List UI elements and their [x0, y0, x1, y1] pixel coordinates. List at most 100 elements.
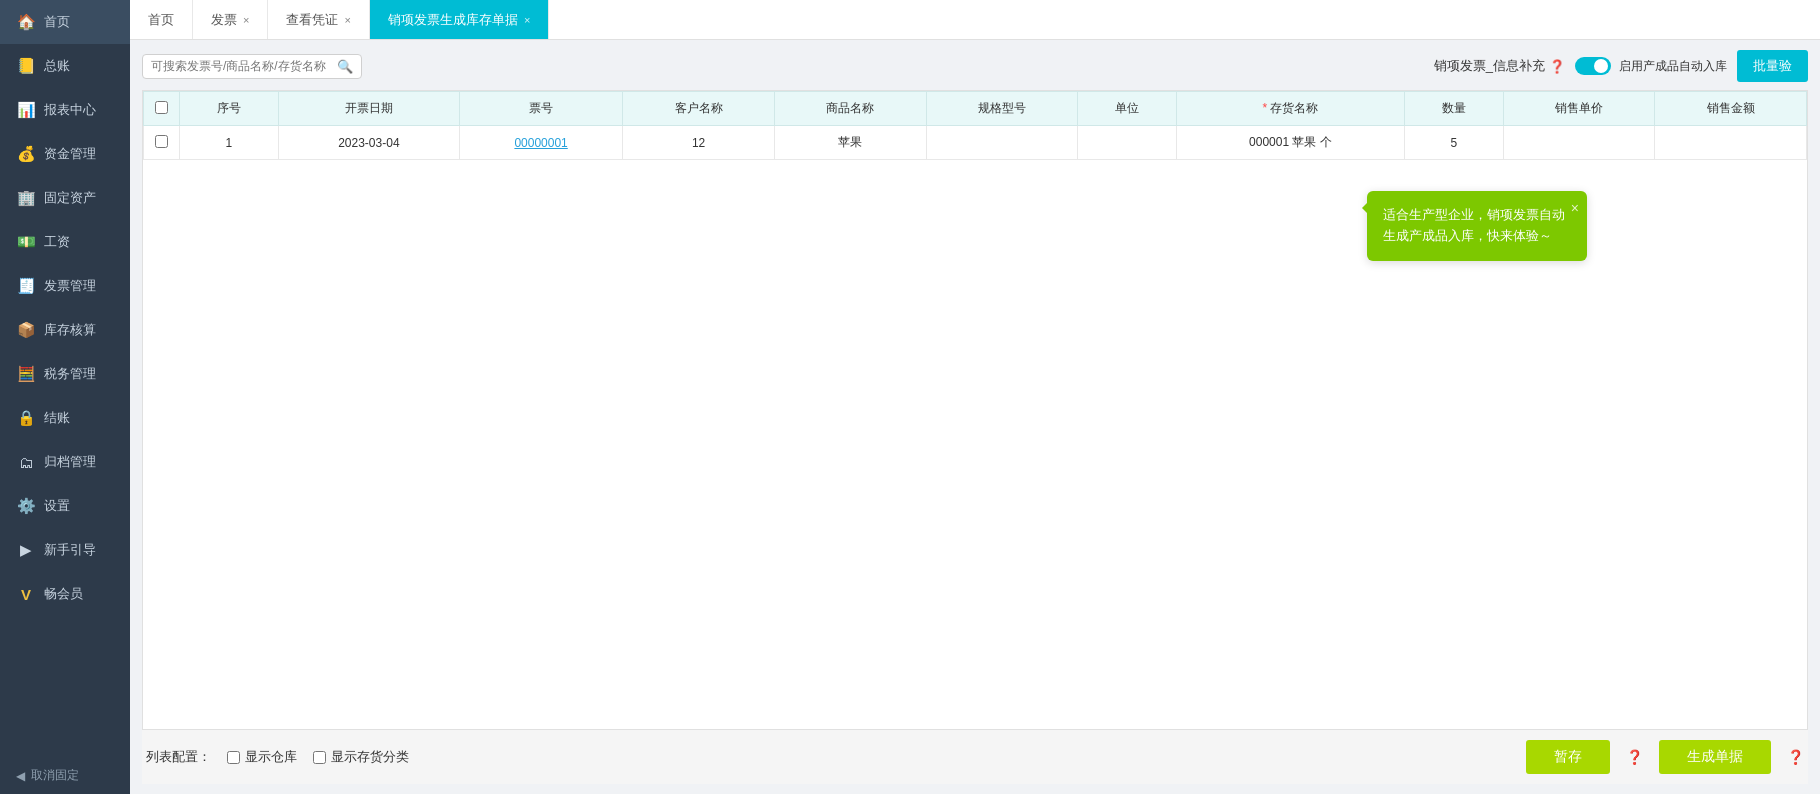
search-box[interactable]: 🔍: [142, 54, 362, 79]
select-all-checkbox[interactable]: [155, 101, 168, 114]
row-seq: 1: [180, 126, 279, 160]
sidebar-item-label: 归档管理: [44, 453, 96, 471]
th-unit: 单位: [1078, 92, 1177, 126]
save-button[interactable]: 暂存: [1526, 740, 1610, 774]
tab-home[interactable]: 首页: [130, 0, 193, 39]
sidebar-item-inventory[interactable]: 📦 库存核算: [0, 308, 130, 352]
sidebar-item-label: 结账: [44, 409, 70, 427]
sidebar-item-payroll[interactable]: 💵 工资: [0, 220, 130, 264]
ledger-icon: 📒: [16, 57, 36, 75]
sidebar-cancel-pin[interactable]: ◀ 取消固定: [0, 757, 130, 794]
sidebar-item-archive[interactable]: 🗂 归档管理: [0, 440, 130, 484]
show-category-checkbox[interactable]: [313, 751, 326, 764]
th-ticket-no: 票号: [459, 92, 622, 126]
sidebar-item-label: 总账: [44, 57, 70, 75]
settings-icon: ⚙️: [16, 497, 36, 515]
row-unit-price: [1503, 126, 1655, 160]
bottom-bar: 列表配置： 显示仓库 显示存货分类 暂存 ❓ 生成单据 ❓: [142, 730, 1808, 784]
info-label-text: 销项发票_信息补充: [1434, 57, 1545, 75]
inventory-icon: 📦: [16, 321, 36, 339]
tab-sales-invoice[interactable]: 销项发票生成库存单据 ×: [370, 0, 549, 39]
row-ticket-no[interactable]: 00000001: [459, 126, 622, 160]
search-icon: 🔍: [337, 59, 353, 74]
sidebar-item-general-ledger[interactable]: 📒 总账: [0, 44, 130, 88]
invoice-icon: 🧾: [16, 277, 36, 295]
info-label: 销项发票_信息补充 ❓: [1434, 57, 1565, 75]
tab-view-voucher[interactable]: 查看凭证 ×: [268, 0, 369, 39]
th-seq: 序号: [180, 92, 279, 126]
ticket-link[interactable]: 00000001: [514, 136, 567, 150]
closing-icon: 🔒: [16, 409, 36, 427]
row-checkbox[interactable]: [155, 135, 168, 148]
generate-help-icon[interactable]: ❓: [1787, 749, 1804, 765]
tab-view-voucher-label: 查看凭证: [286, 11, 338, 29]
tab-bar: 首页 发票 × 查看凭证 × 销项发票生成库存单据 ×: [130, 0, 1820, 40]
sidebar-item-home[interactable]: 🏠 首页: [0, 0, 130, 44]
main-area: 首页 发票 × 查看凭证 × 销项发票生成库存单据 × 🔍 销项发票_信息补充 …: [130, 0, 1820, 794]
tooltip-text: 适合生产型企业，销项发票自动生成产成品入库，快来体验～: [1383, 207, 1565, 243]
tab-invoice-label: 发票: [211, 11, 237, 29]
toggle-label: 启用产成品自动入库: [1619, 58, 1727, 75]
row-amount: [1655, 126, 1807, 160]
sidebar-item-invoice-mgmt[interactable]: 🧾 发票管理: [0, 264, 130, 308]
home-icon: 🏠: [16, 13, 36, 31]
tab-invoice[interactable]: 发票 ×: [193, 0, 268, 39]
show-warehouse-checkbox-row: 显示仓库: [227, 748, 297, 766]
row-unit: [1078, 126, 1177, 160]
th-customer: 客户名称: [623, 92, 775, 126]
auto-storage-toggle[interactable]: [1575, 57, 1611, 75]
save-help-icon[interactable]: ❓: [1626, 749, 1643, 765]
tooltip-popup: × 适合生产型企业，销项发票自动生成产成品入库，快来体验～: [1367, 191, 1587, 261]
unpin-icon: ◀: [16, 769, 25, 783]
row-checkbox-cell: [144, 126, 180, 160]
sidebar-item-tax[interactable]: 🧮 税务管理: [0, 352, 130, 396]
list-config-label: 列表配置：: [146, 748, 211, 766]
archive-icon: 🗂: [16, 454, 36, 471]
search-input[interactable]: [151, 59, 331, 73]
th-unit-price: 销售单价: [1503, 92, 1655, 126]
th-amount: 销售金额: [1655, 92, 1807, 126]
tab-invoice-close[interactable]: ×: [243, 14, 249, 26]
sidebar: 🏠 首页 📒 总账 📊 报表中心 💰 资金管理 🏢 固定资产 💵 工资 🧾 发票…: [0, 0, 130, 794]
sidebar-item-settings[interactable]: ⚙️ 设置: [0, 484, 130, 528]
th-date: 开票日期: [278, 92, 459, 126]
show-category-checkbox-row: 显示存货分类: [313, 748, 409, 766]
sidebar-item-label: 固定资产: [44, 189, 96, 207]
sidebar-item-funds[interactable]: 💰 资金管理: [0, 132, 130, 176]
funds-icon: 💰: [16, 145, 36, 163]
toggle-container: 启用产成品自动入库: [1575, 57, 1727, 75]
row-qty: 5: [1404, 126, 1503, 160]
tax-icon: 🧮: [16, 365, 36, 383]
sidebar-item-label: 畅会员: [44, 585, 83, 603]
tab-view-voucher-close[interactable]: ×: [344, 14, 350, 26]
tab-sales-invoice-label: 销项发票生成库存单据: [388, 11, 518, 29]
tab-sales-invoice-close[interactable]: ×: [524, 14, 530, 26]
payroll-icon: 💵: [16, 233, 36, 251]
info-help-icon[interactable]: ❓: [1549, 59, 1565, 74]
show-warehouse-checkbox[interactable]: [227, 751, 240, 764]
sidebar-item-label: 发票管理: [44, 277, 96, 295]
sidebar-item-label: 税务管理: [44, 365, 96, 383]
sidebar-item-newbie[interactable]: ▶ 新手引导: [0, 528, 130, 572]
sidebar-item-reports[interactable]: 📊 报表中心: [0, 88, 130, 132]
sidebar-item-member[interactable]: V 畅会员: [0, 572, 130, 616]
sidebar-item-label: 工资: [44, 233, 70, 251]
generate-button[interactable]: 生成单据: [1659, 740, 1771, 774]
th-checkbox: [144, 92, 180, 126]
tooltip-close-button[interactable]: ×: [1571, 197, 1579, 219]
table-row: 1 2023-03-04 00000001 12 苹果 000001 苹果 个 …: [144, 126, 1807, 160]
th-qty: 数量: [1404, 92, 1503, 126]
th-inventory: 存货名称: [1176, 92, 1404, 126]
toolbar-row: 🔍 销项发票_信息补充 ❓ 启用产成品自动入库 批量验: [142, 50, 1808, 82]
sidebar-item-closing[interactable]: 🔒 结账: [0, 396, 130, 440]
table-header-row: 序号 开票日期 票号 客户名称 商品名称 规格型号 单位 存货名称 数量 销售单…: [144, 92, 1807, 126]
unpin-label: 取消固定: [31, 767, 79, 784]
sidebar-item-fixed-assets[interactable]: 🏢 固定资产: [0, 176, 130, 220]
reports-icon: 📊: [16, 101, 36, 119]
row-inventory: 000001 苹果 个: [1176, 126, 1404, 160]
row-date: 2023-03-04: [278, 126, 459, 160]
sidebar-item-label: 设置: [44, 497, 70, 515]
tab-home-label: 首页: [148, 11, 174, 29]
batch-button[interactable]: 批量验: [1737, 50, 1808, 82]
show-warehouse-label: 显示仓库: [245, 748, 297, 766]
